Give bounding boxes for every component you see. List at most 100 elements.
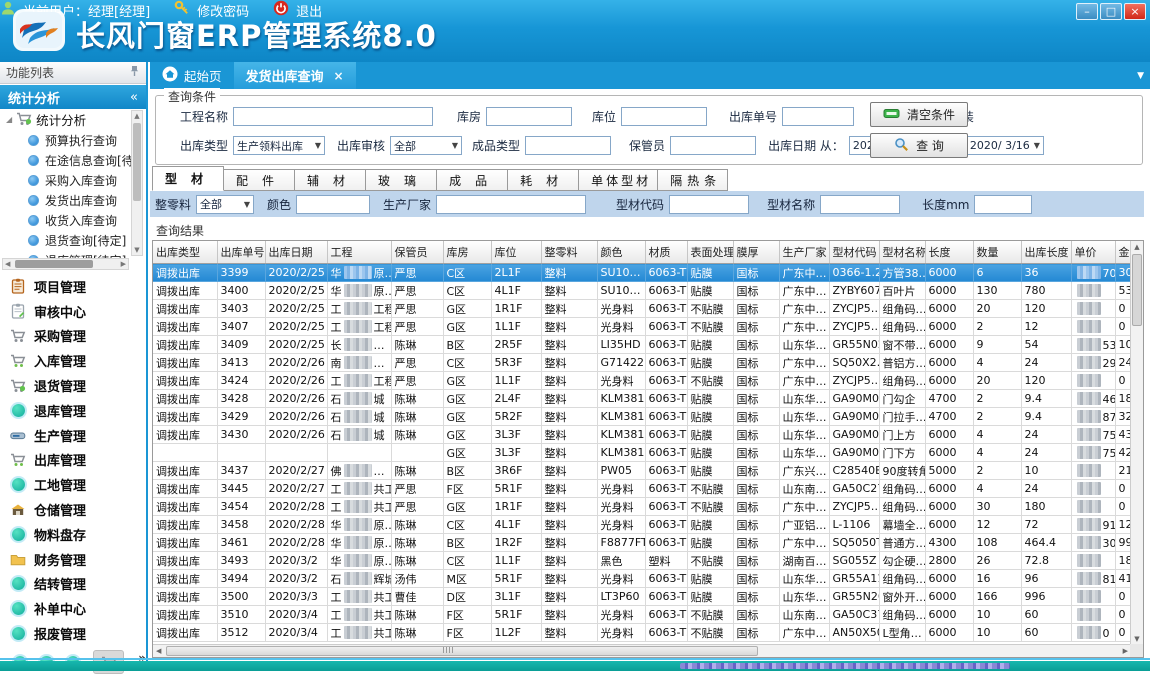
tab-close-icon[interactable]: × bbox=[334, 69, 344, 83]
table-horizontal-scrollbar[interactable]: ◀ ▶ bbox=[153, 644, 1131, 657]
column-header-膜厚[interactable]: 膜厚 bbox=[733, 241, 779, 264]
clear-conditions-button[interactable]: 清空条件 bbox=[870, 102, 968, 127]
table-row[interactable]: 调拨出库34092020/2/25长…陈琳B区2R5F整料LI35HD6063-… bbox=[153, 336, 1132, 354]
tree-item[interactable]: 发货出库查询 bbox=[0, 190, 146, 210]
table-row[interactable]: 调拨出库34452020/2/27工共工程严思F区5R1F整料光身料6063-T… bbox=[153, 480, 1132, 498]
column-header-数量[interactable]: 数量 bbox=[973, 241, 1021, 264]
table-row[interactable]: 调拨出库34032020/2/25工工程严思G区1R1F整料光身料6063-T5… bbox=[153, 300, 1132, 318]
material-tab-玻璃[interactable]: 玻璃 bbox=[366, 169, 437, 191]
material-tab-成品[interactable]: 成品 bbox=[437, 169, 508, 191]
length-input[interactable] bbox=[974, 195, 1032, 214]
table-vertical-scrollbar[interactable]: ▲ ▼ bbox=[1130, 241, 1143, 645]
column-header-库房[interactable]: 库房 bbox=[443, 241, 491, 264]
column-header-库位[interactable]: 库位 bbox=[491, 241, 541, 264]
column-header-工程[interactable]: 工程 bbox=[327, 241, 391, 264]
date-to-picker[interactable]: 2020/ 3/16▼ bbox=[966, 136, 1044, 155]
material-tab-型材[interactable]: 型材 bbox=[152, 166, 224, 191]
sidebar-item-入库管理[interactable]: 入库管理 bbox=[0, 348, 146, 373]
table-row[interactable]: 调拨出库34292020/2/26石城陈琳G区5R2F整料KLM38176063… bbox=[153, 408, 1132, 426]
tree-root[interactable]: ◢ 统计分析 bbox=[0, 109, 146, 130]
sidebar-item-退货管理[interactable]: 退货管理 bbox=[0, 373, 146, 398]
tree-item[interactable]: 收货入库查询 bbox=[0, 210, 146, 230]
column-header-出库类型[interactable]: 出库类型 bbox=[153, 241, 217, 264]
sidebar-item-采购管理[interactable]: 采购管理 bbox=[0, 324, 146, 349]
sidebar-item-结转管理[interactable]: 结转管理 bbox=[0, 572, 146, 597]
project-name-input[interactable] bbox=[233, 107, 433, 126]
sidebar-item-退库管理[interactable]: 退库管理 bbox=[0, 398, 146, 423]
table-row[interactable]: 调拨出库34002020/2/25华原…严思C区4L1F整料SU10…6063-… bbox=[153, 282, 1132, 300]
table-row[interactable]: 调拨出库34612020/2/28华原…陈琳B区1R2F整料F8877FT606… bbox=[153, 534, 1132, 552]
material-tab-隔热条[interactable]: 隔热条 bbox=[658, 169, 728, 191]
table-row[interactable]: 调拨出库34282020/2/26石城陈琳G区2L4F整料KLM38176063… bbox=[153, 390, 1132, 408]
table-row[interactable]: 调拨出库35002020/3/3工共工程曹佳D区3L1F整料LT3P606063… bbox=[153, 588, 1132, 606]
material-tab-配件[interactable]: 配件 bbox=[224, 169, 295, 191]
sidebar-item-仓储管理[interactable]: 仓储管理 bbox=[0, 497, 146, 522]
column-header-单价[interactable]: 单价 bbox=[1071, 241, 1115, 264]
column-header-表面处理[interactable]: 表面处理 bbox=[687, 241, 733, 264]
material-tab-单体型材[interactable]: 单体型材 bbox=[579, 169, 658, 191]
table-row[interactable]: 调拨出库34932020/3/2华原…陈琳C区1L1F整料黑色塑料不贴膜国标湖南… bbox=[153, 552, 1132, 570]
column-header-生产厂家[interactable]: 生产厂家 bbox=[779, 241, 829, 264]
column-header-出库单号[interactable]: 出库单号 bbox=[217, 241, 265, 264]
pin-icon[interactable] bbox=[129, 65, 140, 80]
close-button[interactable]: × bbox=[1124, 3, 1146, 20]
tree-horizontal-scrollbar[interactable]: ◀ ▶ bbox=[2, 258, 129, 270]
column-header-型材名称[interactable]: 型材名称 bbox=[879, 241, 925, 264]
search-button[interactable]: 查 询 bbox=[870, 133, 968, 158]
sidebar-item-物料盘存[interactable]: 物料盘存 bbox=[0, 522, 146, 547]
table-row[interactable]: 调拨出库34542020/2/28工共工程严思G区1R1F整料光身料6063-T… bbox=[153, 498, 1132, 516]
column-header-型材代码[interactable]: 型材代码 bbox=[829, 241, 879, 264]
table-row[interactable]: 调拨出库34372020/2/27佛…陈琳B区3R6F整料PW056063-T5… bbox=[153, 462, 1132, 480]
sidebar-item-财务管理[interactable]: 财务管理 bbox=[0, 547, 146, 572]
column-header-保管员[interactable]: 保管员 bbox=[391, 241, 443, 264]
material-tab-耗材[interactable]: 耗材 bbox=[508, 169, 579, 191]
sidebar-item-报废管理[interactable]: 报废管理 bbox=[0, 621, 146, 646]
tree-item[interactable]: 退货查询[待定] bbox=[0, 230, 146, 250]
table-row[interactable]: 调拨出库34302020/2/26石城陈琳G区3L3F整料KLM38176063… bbox=[153, 426, 1132, 444]
tree-item[interactable]: 采购入库查询 bbox=[0, 170, 146, 190]
tree-item[interactable]: 在途信息查询[待 bbox=[0, 150, 146, 170]
location-input[interactable] bbox=[621, 107, 707, 126]
order-no-input[interactable] bbox=[782, 107, 854, 126]
column-header-出库长度[interactable]: 出库长度 bbox=[1021, 241, 1071, 264]
table-row[interactable]: 调拨出库35102020/3/4工共工程陈琳F区5R1F整料光身料6063-T5… bbox=[153, 606, 1132, 624]
minimize-button[interactable]: – bbox=[1076, 3, 1098, 20]
whole-part-select[interactable]: 全部▼ bbox=[196, 195, 254, 214]
table-row[interactable]: 调拨出库34942020/3/2石辉城汤伟M区5R1F整料光身料6063-T5贴… bbox=[153, 570, 1132, 588]
out-audit-select[interactable]: 全部▼ bbox=[390, 136, 462, 155]
warehouse-input[interactable] bbox=[486, 107, 572, 126]
stat-section-header[interactable]: 统计分析 « bbox=[0, 85, 146, 109]
table-row[interactable]: G区3L3F整料KLM38176063-T5贴膜国标山东华…GA90M09.门下… bbox=[153, 444, 1132, 462]
tree-item[interactable]: 预算执行查询 bbox=[0, 130, 146, 150]
maximize-button[interactable]: □ bbox=[1100, 3, 1122, 20]
sidebar-item-补单中心[interactable]: 补单中心 bbox=[0, 596, 146, 621]
column-header-颜色[interactable]: 颜色 bbox=[597, 241, 645, 264]
out-type-select[interactable]: 生产领料出库▼ bbox=[233, 136, 325, 155]
tree-expander-icon[interactable]: ◢ bbox=[6, 115, 12, 124]
sidebar-item-出库管理[interactable]: 出库管理 bbox=[0, 448, 146, 473]
sidebar-item-项目管理[interactable]: 项目管理 bbox=[0, 274, 146, 299]
column-header-材质[interactable]: 材质 bbox=[645, 241, 687, 264]
profile-code-input[interactable] bbox=[669, 195, 749, 214]
table-row[interactable]: 调拨出库34242020/2/26工工程严思G区1L1F整料光身料6063-T5… bbox=[153, 372, 1132, 390]
table-row[interactable]: 调拨出库34582020/2/28华原…陈琳C区4L1F整料光身料6063-T5… bbox=[153, 516, 1132, 534]
maker-input[interactable] bbox=[436, 195, 586, 214]
tab-start-page[interactable]: 起始页 bbox=[150, 62, 234, 89]
profile-name-input[interactable] bbox=[820, 195, 900, 214]
tab-shipment-outbound-query[interactable]: 发货出库查询 × bbox=[234, 62, 356, 89]
table-row[interactable]: 调拨出库34072020/2/25工工程严思G区1L1F整料光身料6063-T5… bbox=[153, 318, 1132, 336]
table-row[interactable]: 调拨出库35122020/3/4工共工程陈琳F区1L2F整料光身料6063-T5… bbox=[153, 624, 1132, 642]
sidebar-item-工地管理[interactable]: 工地管理 bbox=[0, 472, 146, 497]
product-type-input[interactable] bbox=[525, 136, 611, 155]
table-row[interactable]: 调拨出库34132020/2/26南…严思C区5R3F整料G714226063-… bbox=[153, 354, 1132, 372]
material-tab-辅材[interactable]: 辅材 bbox=[295, 169, 366, 191]
collapse-icon[interactable]: « bbox=[130, 90, 138, 105]
table-row[interactable]: 调拨出库33992020/2/25华原…严思C区2L1F整料SU10…6063-… bbox=[153, 264, 1132, 282]
column-header-长度[interactable]: 长度 bbox=[925, 241, 973, 264]
keeper-input[interactable] bbox=[670, 136, 756, 155]
tab-list-dropdown-icon[interactable]: ▼ bbox=[1137, 71, 1144, 81]
sidebar-item-生产管理[interactable]: 生产管理 bbox=[0, 423, 146, 448]
sidebar-item-审核中心[interactable]: 审核中心 bbox=[0, 299, 146, 324]
column-header-整零料[interactable]: 整零料 bbox=[541, 241, 597, 264]
color-input[interactable] bbox=[296, 195, 370, 214]
